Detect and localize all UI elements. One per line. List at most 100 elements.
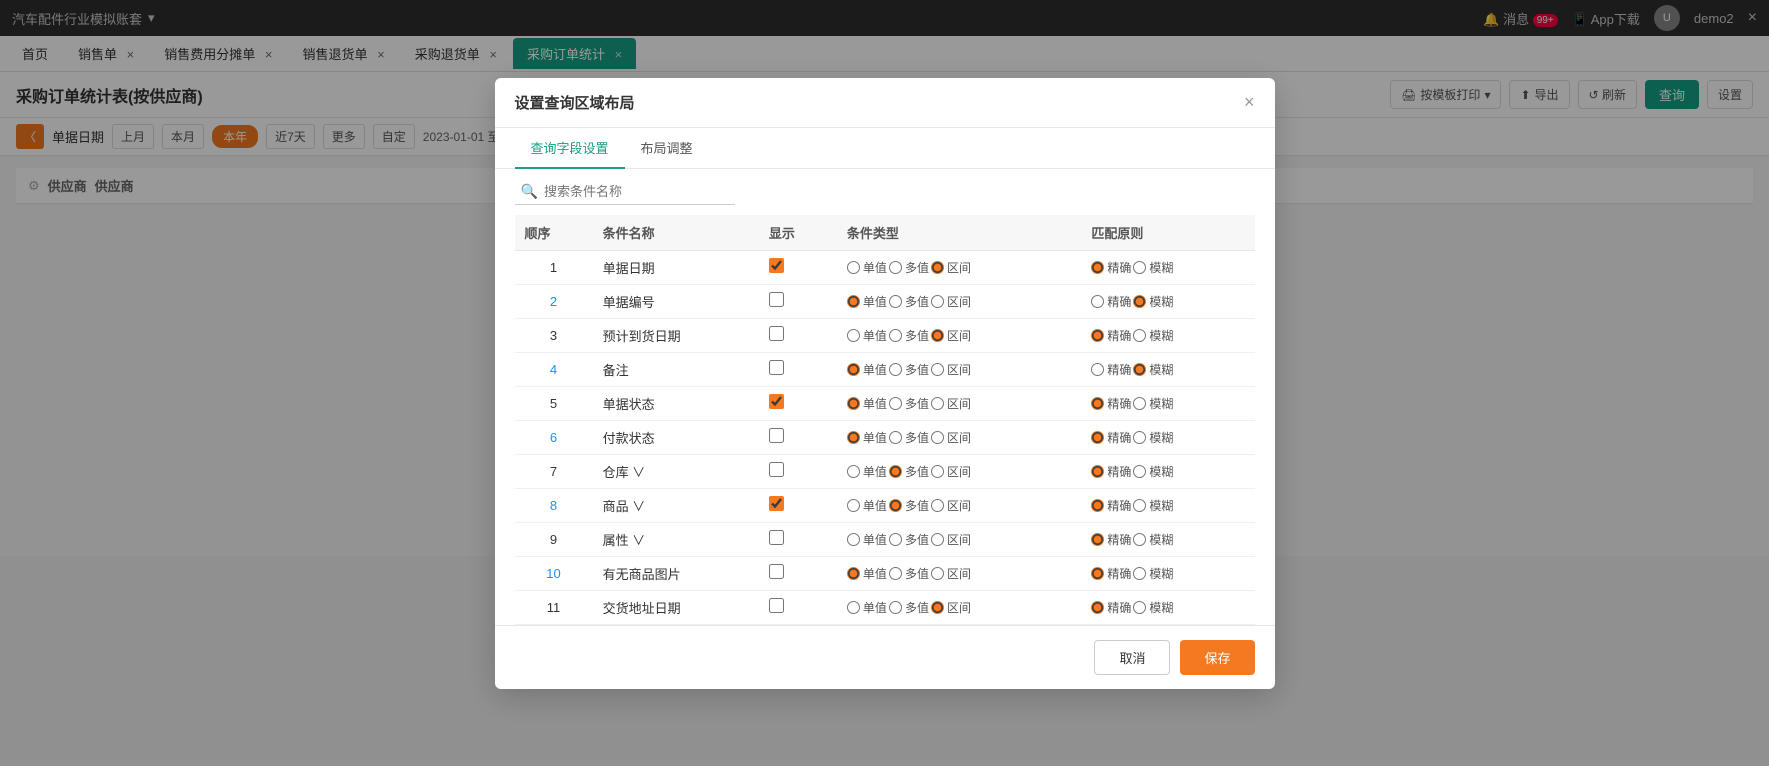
radio-fuzzy-5[interactable] <box>1133 431 1146 444</box>
radio-fuzzy-0[interactable] <box>1133 261 1146 274</box>
radio-multi-10[interactable] <box>889 601 902 614</box>
display-checkbox-9[interactable] <box>769 564 784 579</box>
row-condtype-4: 单值多值区间 <box>837 386 1081 420</box>
radio-multi-3[interactable] <box>889 363 902 376</box>
search-input[interactable] <box>544 184 724 199</box>
radio-multi-6[interactable] <box>889 465 902 478</box>
radio-range-6[interactable] <box>931 465 944 478</box>
row-display-3[interactable] <box>759 352 837 386</box>
cancel-button[interactable]: 取消 <box>1094 640 1170 675</box>
dialog-close-button[interactable]: × <box>1244 93 1255 111</box>
radio-single-2[interactable] <box>847 329 860 342</box>
row-matchrule-10: 精确模糊 <box>1081 590 1254 624</box>
radio-range-3[interactable] <box>931 363 944 376</box>
row-condtype-2: 单值多值区间 <box>837 318 1081 352</box>
radio-exact-9[interactable] <box>1091 567 1104 580</box>
display-checkbox-4[interactable] <box>769 394 784 409</box>
radio-exact-10[interactable] <box>1091 601 1104 614</box>
row-condtype-8: 单值多值区间 <box>837 522 1081 556</box>
row-display-4[interactable] <box>759 386 837 420</box>
radio-range-1[interactable] <box>931 295 944 308</box>
radio-exact-7[interactable] <box>1091 499 1104 512</box>
radio-exact-5[interactable] <box>1091 431 1104 444</box>
radio-multi-4[interactable] <box>889 397 902 410</box>
radio-single-6[interactable] <box>847 465 860 478</box>
save-button[interactable]: 保存 <box>1180 640 1254 675</box>
row-matchrule-1: 精确模糊 <box>1081 284 1254 318</box>
display-checkbox-6[interactable] <box>769 462 784 477</box>
row-condname-8: 属性 ∨ <box>593 522 759 556</box>
display-checkbox-2[interactable] <box>769 326 784 341</box>
row-display-9[interactable] <box>759 556 837 590</box>
display-checkbox-1[interactable] <box>769 292 784 307</box>
row-display-8[interactable] <box>759 522 837 556</box>
radio-single-4[interactable] <box>847 397 860 410</box>
row-display-2[interactable] <box>759 318 837 352</box>
radio-range-8[interactable] <box>931 533 944 546</box>
radio-fuzzy-10[interactable] <box>1133 601 1146 614</box>
radio-range-2[interactable] <box>931 329 944 342</box>
row-order-1: 2 <box>515 284 593 318</box>
table-row: 10有无商品图片单值多值区间精确模糊 <box>515 556 1255 590</box>
radio-fuzzy-7[interactable] <box>1133 499 1146 512</box>
display-checkbox-0[interactable] <box>769 258 784 273</box>
radio-fuzzy-9[interactable] <box>1133 567 1146 580</box>
radio-single-1[interactable] <box>847 295 860 308</box>
radio-range-4[interactable] <box>931 397 944 410</box>
row-condname-1: 单据编号 <box>593 284 759 318</box>
display-checkbox-7[interactable] <box>769 496 784 511</box>
display-checkbox-8[interactable] <box>769 530 784 545</box>
radio-range-9[interactable] <box>931 567 944 580</box>
display-checkbox-3[interactable] <box>769 360 784 375</box>
table-row: 8商品 ∨单值多值区间精确模糊 <box>515 488 1255 522</box>
radio-exact-2[interactable] <box>1091 329 1104 342</box>
radio-exact-1[interactable] <box>1091 295 1104 308</box>
tab-layout-adjust[interactable]: 布局调整 <box>625 128 709 169</box>
radio-fuzzy-6[interactable] <box>1133 465 1146 478</box>
radio-fuzzy-3[interactable] <box>1133 363 1146 376</box>
row-matchrule-5: 精确模糊 <box>1081 420 1254 454</box>
radio-range-0[interactable] <box>931 261 944 274</box>
radio-exact-0[interactable] <box>1091 261 1104 274</box>
row-order-2: 3 <box>515 318 593 352</box>
radio-single-8[interactable] <box>847 533 860 546</box>
table-row: 2单据编号 单值多值区间精确模糊 <box>515 284 1255 318</box>
radio-multi-5[interactable] <box>889 431 902 444</box>
row-display-0[interactable] <box>759 250 837 284</box>
radio-single-10[interactable] <box>847 601 860 614</box>
radio-fuzzy-8[interactable] <box>1133 533 1146 546</box>
radio-single-3[interactable] <box>847 363 860 376</box>
row-display-5[interactable] <box>759 420 837 454</box>
radio-range-10[interactable] <box>931 601 944 614</box>
tab-query-field-settings[interactable]: 查询字段设置 <box>515 128 625 169</box>
radio-single-5[interactable] <box>847 431 860 444</box>
radio-multi-9[interactable] <box>889 567 902 580</box>
radio-fuzzy-2[interactable] <box>1133 329 1146 342</box>
radio-multi-1[interactable] <box>889 295 902 308</box>
row-display-1[interactable] <box>759 284 837 318</box>
radio-multi-7[interactable] <box>889 499 902 512</box>
radio-exact-8[interactable] <box>1091 533 1104 546</box>
radio-single-0[interactable] <box>847 261 860 274</box>
row-condtype-1: 单值多值区间 <box>837 284 1081 318</box>
radio-exact-6[interactable] <box>1091 465 1104 478</box>
radio-multi-2[interactable] <box>889 329 902 342</box>
table-row: 1单据日期单值多值区间精确模糊 <box>515 250 1255 284</box>
radio-single-7[interactable] <box>847 499 860 512</box>
table-row: 4备注单值多值区间精确模糊 <box>515 352 1255 386</box>
radio-multi-8[interactable] <box>889 533 902 546</box>
row-display-6[interactable] <box>759 454 837 488</box>
radio-single-9[interactable] <box>847 567 860 580</box>
radio-exact-4[interactable] <box>1091 397 1104 410</box>
display-checkbox-10[interactable] <box>769 598 784 613</box>
radio-range-5[interactable] <box>931 431 944 444</box>
radio-multi-0[interactable] <box>889 261 902 274</box>
display-checkbox-5[interactable] <box>769 428 784 443</box>
radio-exact-3[interactable] <box>1091 363 1104 376</box>
radio-fuzzy-4[interactable] <box>1133 397 1146 410</box>
radio-range-7[interactable] <box>931 499 944 512</box>
row-display-7[interactable] <box>759 488 837 522</box>
dialog: 设置查询区域布局 × 查询字段设置 布局调整 🔍 顺序 <box>495 78 1275 689</box>
row-display-10[interactable] <box>759 590 837 624</box>
radio-fuzzy-1[interactable] <box>1133 295 1146 308</box>
